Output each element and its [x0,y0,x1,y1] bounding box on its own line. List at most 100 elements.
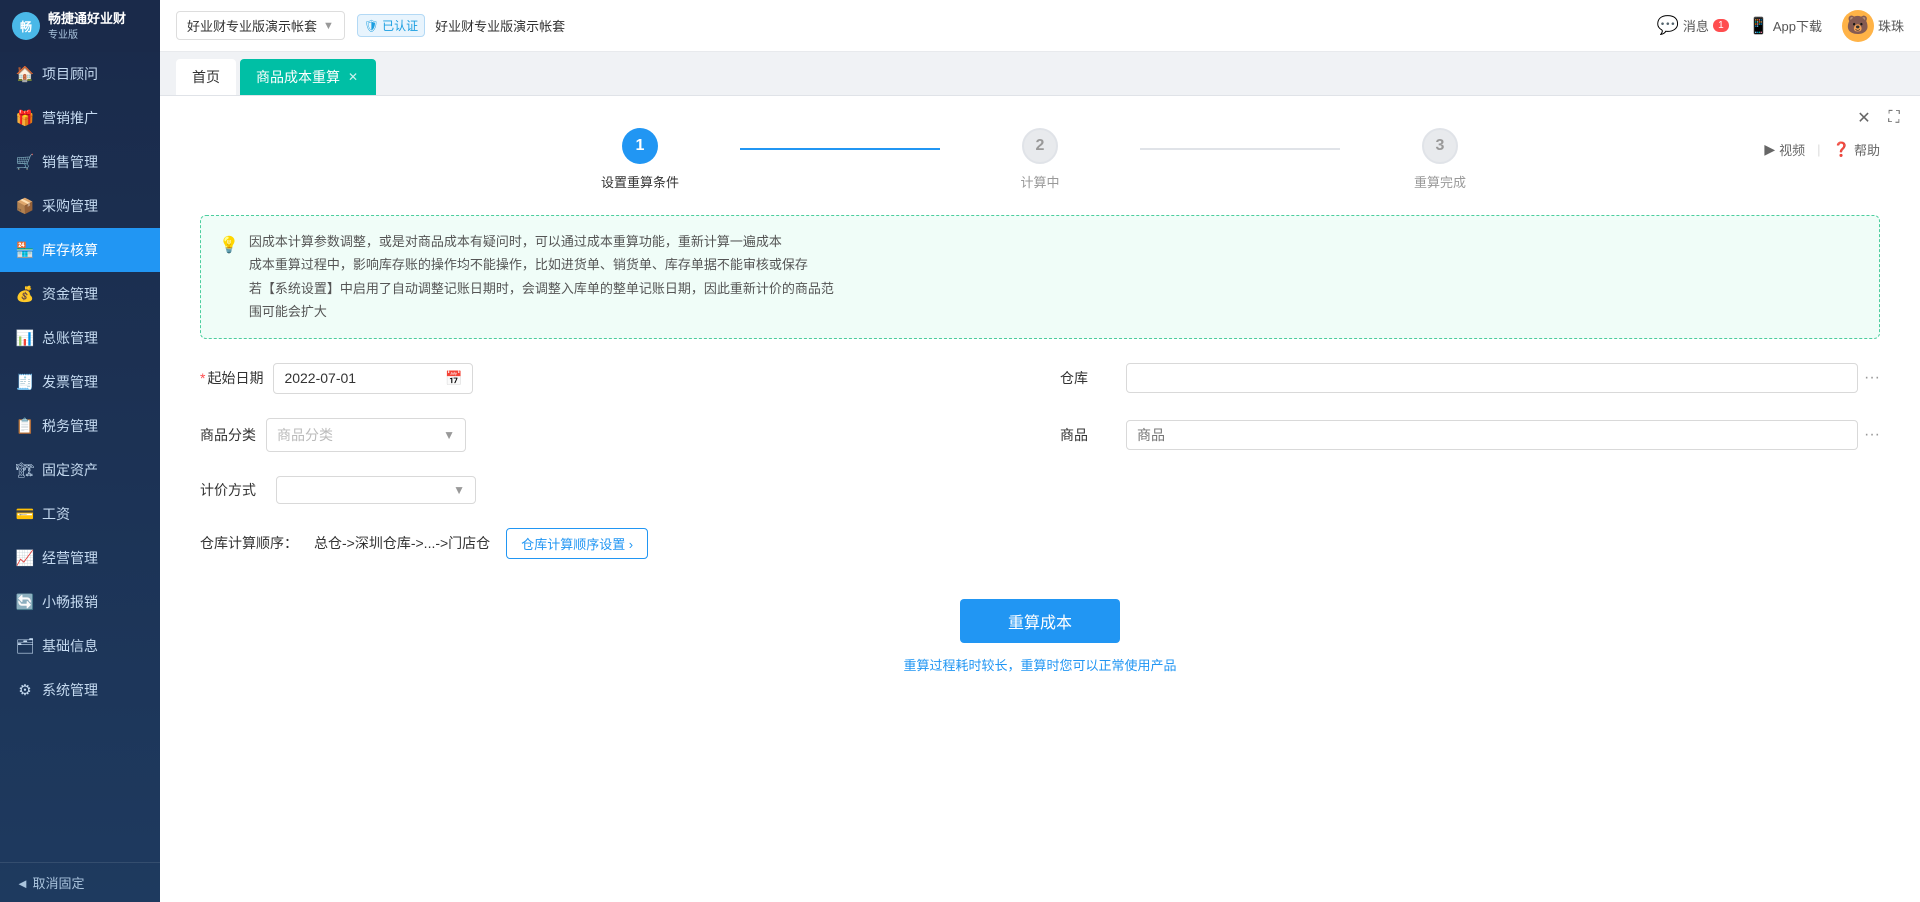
tab-recalc[interactable]: 商品成本重算 ✕ [240,59,376,95]
tab-recalc-label: 商品成本重算 [256,67,340,87]
message-button[interactable]: 💬 消息 1 [1656,15,1728,36]
recalc-section: 重算成本 重算过程耗时较长，重算时您可以正常使用产品 [160,591,1920,698]
sidebar-item-finance[interactable]: 💰 资金管理 [0,272,160,316]
warehouse-order-settings-button[interactable]: 仓库计算顺序设置 › [506,528,648,559]
step-2-circle: 2 [1022,128,1058,164]
recalc-button[interactable]: 重算成本 [960,599,1120,643]
sidebar-item-purchase[interactable]: 📦 采购管理 [0,184,160,228]
notice-line4: 围可能会扩大 [249,300,834,323]
warehouse-input-area: ··· [1126,363,1880,393]
sidebar-unpin-button[interactable]: ◄ 取消固定 [0,862,160,902]
help-links: ▶ 视频 | ❓ 帮助 [1764,140,1880,159]
expand-window-button[interactable]: ⛶ [1884,108,1904,128]
warehouse-input[interactable] [1126,363,1858,393]
notice-line3: 若【系统设置】中启用了自动调整记账日期时，会调整入库单的整单记账日期，因此重新计… [249,277,834,300]
sidebar-item-project[interactable]: 🏠 项目顾问 [0,52,160,96]
steps-area: 1 设置重算条件 2 计算中 3 重算完成 [160,96,1920,215]
verified-label: 已认证 [382,17,418,34]
topbar: 好业财专业版演示帐套 ▼ 🛡 已认证 好业财专业版演示帐套 💬 消息 1 📱 A… [160,0,1920,52]
app-download-button[interactable]: 📱 App下载 [1749,16,1822,36]
sidebar-item-inventory[interactable]: 🏪 库存核算 [0,228,160,272]
project-icon: 🏠 [16,65,34,83]
sidebar-item-label: 发票管理 [42,372,98,392]
basic-icon: 🗂 [16,637,34,655]
goods-more-icon[interactable]: ··· [1864,426,1880,444]
sidebar-item-label: 系统管理 [42,680,98,700]
payroll-icon: 💳 [16,505,34,523]
sidebar-item-label: 固定资产 [42,460,98,480]
sidebar-item-accounting[interactable]: 📊 总账管理 [0,316,160,360]
sidebar-item-label: 总账管理 [42,328,98,348]
recalc-note: 重算过程耗时较长，重算时您可以正常使用产品 [903,655,1176,674]
tab-home-label: 首页 [192,67,220,87]
sidebar-item-system[interactable]: ⚙ 系统管理 [0,668,160,712]
finance-icon: 💰 [16,285,34,303]
message-count: 1 [1713,19,1729,32]
help-link[interactable]: ❓ 帮助 [1833,140,1880,159]
step-1: 1 设置重算条件 [540,128,740,191]
window-controls: ✕ ⛶ [1854,108,1904,128]
sidebar-item-assets[interactable]: 🏗 固定资产 [0,448,160,492]
start-date-input[interactable]: 2022-07-01 📅 [273,363,473,394]
user-menu[interactable]: 🐻 珠珠 [1842,10,1904,42]
video-link[interactable]: ▶ 视频 [1764,140,1805,159]
warehouse-more-icon[interactable]: ··· [1864,369,1880,387]
goods-input-area: ··· [1126,420,1880,450]
sidebar-item-ops[interactable]: 📈 经营管理 [0,536,160,580]
sidebar-item-label: 采购管理 [42,196,98,216]
account-name: 好业财专业版演示帐套 [187,16,317,35]
sidebar-item-label: 资金管理 [42,284,98,304]
help-label: 帮助 [1854,140,1880,159]
sidebar-item-payroll[interactable]: 💳 工资 [0,492,160,536]
shield-icon: 🛡 [364,19,379,33]
sidebar-item-marketing[interactable]: 🎁 营销推广 [0,96,160,140]
goods-label: 商品 [1060,425,1116,445]
user-name: 珠珠 [1878,16,1904,35]
message-label: 消息 [1683,16,1709,35]
step-1-number: 1 [636,137,645,155]
question-icon: ❓ [1833,141,1850,158]
sidebar-item-invoice[interactable]: 🧾 发票管理 [0,360,160,404]
sidebar-item-label: 基础信息 [42,636,98,656]
sidebar-item-expense[interactable]: 🔄 小畅报销 [0,580,160,624]
step-2: 2 计算中 [940,128,1140,191]
sidebar-item-label: 销售管理 [42,152,98,172]
notice-content: 因成本计算参数调整，或是对商品成本有疑问时，可以通过成本重算功能，重新计算一遍成… [249,230,834,324]
form-row-2: 商品分类 商品分类 ▼ 商品 ··· [200,418,1880,452]
system-icon: ⚙ [16,681,34,699]
phone-icon: 📱 [1749,16,1769,36]
play-icon: ▶ [1764,141,1775,158]
sidebar-item-label: 小畅报销 [42,592,98,612]
chevron-down-icon: ▼ [443,428,455,442]
sidebar-item-tax[interactable]: 📋 税务管理 [0,404,160,448]
page-content: ✕ ⛶ 1 设置重算条件 2 计算中 [160,96,1920,902]
accounting-icon: 📊 [16,329,34,347]
expense-icon: 🔄 [16,593,34,611]
video-label: 视频 [1779,140,1805,159]
step-3-number: 3 [1436,137,1445,155]
start-date-label: *起始日期 [200,368,263,388]
tab-home[interactable]: 首页 [176,59,236,95]
unpin-label: ◄ 取消固定 [16,873,84,892]
notice-line1: 因成本计算参数调整，或是对商品成本有疑问时，可以通过成本重算功能，重新计算一遍成… [249,230,834,253]
form-area: *起始日期 2022-07-01 📅 仓库 ··· [160,363,1920,591]
sales-icon: 🛒 [16,153,34,171]
account-selector[interactable]: 好业财专业版演示帐套 ▼ [176,11,345,40]
pricing-select[interactable]: ▼ [276,476,476,504]
close-window-button[interactable]: ✕ [1854,108,1874,128]
warehouse-order-label: 仓库计算顺序： [200,533,298,553]
app-name: 畅捷通好业财 [48,11,126,27]
warehouse-order-row: 仓库计算顺序： 总仓->深圳仓库->...->门店仓 仓库计算顺序设置 › [200,528,1880,559]
verified-badge: 🛡 已认证 [357,14,425,37]
sidebar-item-basic[interactable]: 🗂 基础信息 [0,624,160,668]
warehouse-order-value: 总仓->深圳仓库->...->门店仓 [314,533,490,553]
category-select[interactable]: 商品分类 ▼ [266,418,466,452]
goods-input[interactable] [1126,420,1858,450]
tab-close-icon[interactable]: ✕ [346,68,360,86]
step-line-2 [1140,148,1340,150]
goods-group: 商品 ··· [1060,420,1880,450]
recalc-btn-label: 重算成本 [1008,615,1072,632]
category-label: 商品分类 [200,425,256,445]
sidebar-item-label: 经营管理 [42,548,98,568]
sidebar-item-sales[interactable]: 🛒 销售管理 [0,140,160,184]
